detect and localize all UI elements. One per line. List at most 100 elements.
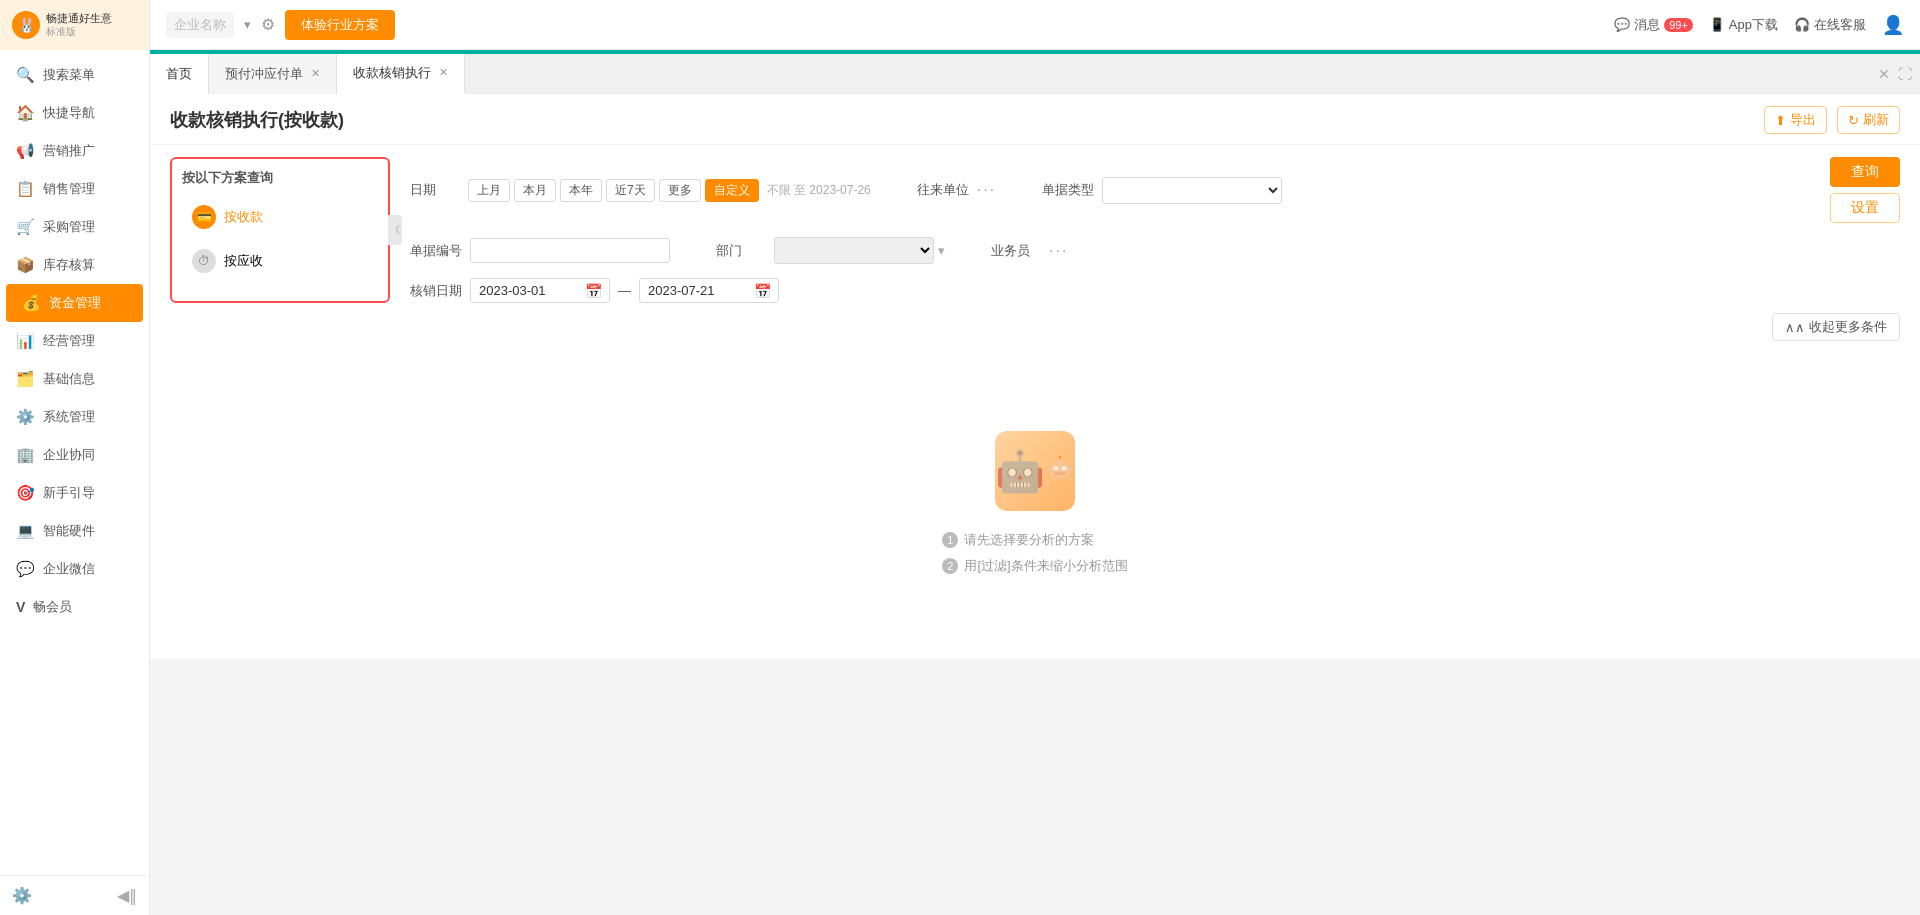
wechat-icon: 💬	[16, 560, 35, 578]
calendar-end-icon[interactable]: 📅	[754, 283, 771, 299]
user-avatar[interactable]: 👤	[1882, 14, 1904, 36]
purchase-icon: 🛒	[16, 218, 35, 236]
payable-option-label: 按应收	[224, 252, 263, 270]
sidebar-item-label: 基础信息	[43, 370, 95, 388]
topbar: 企业名称 ▾ ⚙ 体验行业方案 💬 消息 99+ 📱 App下载 🎧 在线客服 …	[150, 0, 1920, 50]
collapse-btn[interactable]: ∧∧ 收起更多条件	[1772, 313, 1900, 341]
svg-rect-6	[1056, 460, 1064, 465]
refresh-button[interactable]: ↻ 刷新	[1837, 106, 1900, 134]
payable-option-icon: ⏱	[192, 249, 216, 273]
tab-receipt[interactable]: 收款核销执行 ✕	[337, 54, 465, 94]
sidebar-item-label: 经营管理	[43, 332, 95, 350]
date-range-dash: —	[618, 283, 631, 298]
svg-rect-1	[1053, 467, 1058, 471]
message-badge: 99+	[1664, 18, 1693, 32]
sidebar-item-wechat[interactable]: 💬 企业微信	[0, 550, 149, 588]
filter-right-panel: 日期 上月 本月 本年 近7天 更多 自定义 不限 至 2023-07-26	[410, 157, 1900, 303]
sidebar-item-system[interactable]: ⚙️ 系统管理	[0, 398, 149, 436]
sidebar-item-inventory[interactable]: 📦 库存核算	[0, 246, 149, 284]
sidebar-item-basic[interactable]: 🗂️ 基础信息	[0, 360, 149, 398]
sidebar-item-finance[interactable]: 💰 资金管理	[6, 284, 143, 322]
date-btn-this-month[interactable]: 本月	[514, 179, 556, 202]
tab-prepay-close-icon[interactable]: ✕	[311, 67, 320, 80]
headset-icon: 🎧	[1794, 17, 1810, 32]
svg-rect-0	[1051, 464, 1070, 479]
topbar-gear-icon[interactable]: ⚙	[261, 15, 275, 34]
home-icon: 🏠	[16, 104, 35, 122]
filter-collapse-icon[interactable]: 《	[388, 215, 402, 245]
export-icon: ⬆	[1775, 113, 1786, 128]
sidebar-item-label: 销售管理	[43, 180, 95, 198]
tab-prepay[interactable]: 预付冲应付单 ✕	[209, 54, 337, 94]
online-service-label: 在线客服	[1814, 16, 1866, 34]
doctype-select[interactable]	[1102, 177, 1282, 204]
collapse-sidebar-icon[interactable]: ◀‖	[117, 886, 137, 905]
app-name: 畅捷通好生意	[46, 11, 112, 25]
calendar-start-icon[interactable]: 📅	[585, 283, 602, 299]
staff-dots[interactable]: ···	[1049, 242, 1068, 260]
date-btn-more[interactable]: 更多	[659, 179, 701, 202]
dropdown-arrow-icon[interactable]: ▾	[244, 17, 251, 32]
query-button[interactable]: 查询	[1830, 157, 1900, 187]
collapse-row: ∧∧ 收起更多条件	[150, 303, 1920, 351]
topbar-left: 企业名称 ▾ ⚙ 体验行业方案	[166, 10, 395, 40]
setting-button[interactable]: 设置	[1830, 193, 1900, 223]
receipt-option-label: 按收款	[224, 208, 263, 226]
app-download-item[interactable]: 📱 App下载	[1709, 16, 1778, 34]
sidebar-item-shortcut[interactable]: 🏠 快捷导航	[0, 94, 149, 132]
finance-icon: 💰	[22, 294, 41, 312]
sidebar-item-sales[interactable]: 📋 销售管理	[0, 170, 149, 208]
sidebar-item-member[interactable]: V 畅会员	[0, 588, 149, 626]
page-header: 收款核销执行(按收款) ⬆ 导出 ↻ 刷新	[150, 94, 1920, 145]
filter-option-payable[interactable]: ⏱ 按应收	[182, 241, 378, 281]
sidebar-item-marketing[interactable]: 📢 营销推广	[0, 132, 149, 170]
filter-row-1: 日期 上月 本月 本年 近7天 更多 自定义 不限 至 2023-07-26	[410, 157, 1900, 223]
filter-staff-item: 业务员 ···	[991, 242, 1068, 260]
tab-home[interactable]: 首页	[150, 54, 209, 94]
tab-prepay-label: 预付冲应付单	[225, 65, 303, 83]
sidebar-item-label: 库存核算	[43, 256, 95, 274]
tab-home-label: 首页	[166, 65, 192, 83]
sidebar-item-label: 营销推广	[43, 142, 95, 160]
empty-hint-1-text: 请先选择要分析的方案	[964, 527, 1094, 553]
filter-option-receipt[interactable]: 💳 按收款	[182, 197, 378, 237]
phone-icon: 📱	[1709, 17, 1725, 32]
company-name: 企业名称	[166, 12, 234, 38]
date-btn-7days[interactable]: 近7天	[606, 179, 655, 202]
tab-receipt-close-icon[interactable]: ✕	[439, 66, 448, 79]
export-button[interactable]: ⬆ 导出	[1764, 106, 1827, 134]
expand-icon[interactable]: ⛶	[1898, 66, 1912, 82]
settings-icon[interactable]: ⚙️	[12, 886, 32, 905]
sidebar-item-purchase[interactable]: 🛒 采购管理	[0, 208, 149, 246]
close-tab-icon[interactable]: ✕	[1878, 66, 1890, 82]
svg-rect-4	[1049, 467, 1052, 473]
filter-row-2: 单据编号 部门 ▾ 业务员	[410, 237, 1900, 264]
page-title: 收款核销执行(按收款)	[170, 108, 344, 132]
message-icon: 💬	[1614, 17, 1630, 32]
verify-date-label: 核销日期	[410, 282, 462, 300]
partner-dots[interactable]: ···	[977, 181, 996, 199]
online-service-item[interactable]: 🎧 在线客服	[1794, 16, 1866, 34]
content-area: 收款核销执行(按收款) ⬆ 导出 ↻ 刷新 按以下方案查询	[150, 94, 1920, 915]
sidebar-item-guide[interactable]: 🎯 新手引导	[0, 474, 149, 512]
docno-input[interactable]	[470, 238, 670, 263]
solution-button[interactable]: 体验行业方案	[285, 10, 395, 40]
app-download-label: App下载	[1729, 16, 1778, 34]
sidebar-item-search[interactable]: 🔍 搜索菜单	[0, 56, 149, 94]
sidebar-item-label: 搜索菜单	[43, 66, 95, 84]
date-btn-custom[interactable]: 自定义	[705, 179, 759, 202]
avatar-icon: 👤	[1882, 14, 1904, 36]
sidebar-item-label: 新手引导	[43, 484, 95, 502]
guide-icon: 🎯	[16, 484, 35, 502]
dept-select-wrap: ▾	[774, 237, 945, 264]
sidebar-item-hardware[interactable]: 💻 智能硬件	[0, 512, 149, 550]
doctype-label: 单据类型	[1042, 181, 1094, 199]
sidebar-item-management[interactable]: 📊 经营管理	[0, 322, 149, 360]
svg-rect-5	[1068, 467, 1071, 473]
message-item[interactable]: 💬 消息 99+	[1614, 16, 1693, 34]
date-btn-last-month[interactable]: 上月	[468, 179, 510, 202]
date-btn-this-year[interactable]: 本年	[560, 179, 602, 202]
sidebar-item-label: 系统管理	[43, 408, 95, 426]
sidebar-item-corp[interactable]: 🏢 企业协同	[0, 436, 149, 474]
dept-select[interactable]	[774, 237, 934, 264]
